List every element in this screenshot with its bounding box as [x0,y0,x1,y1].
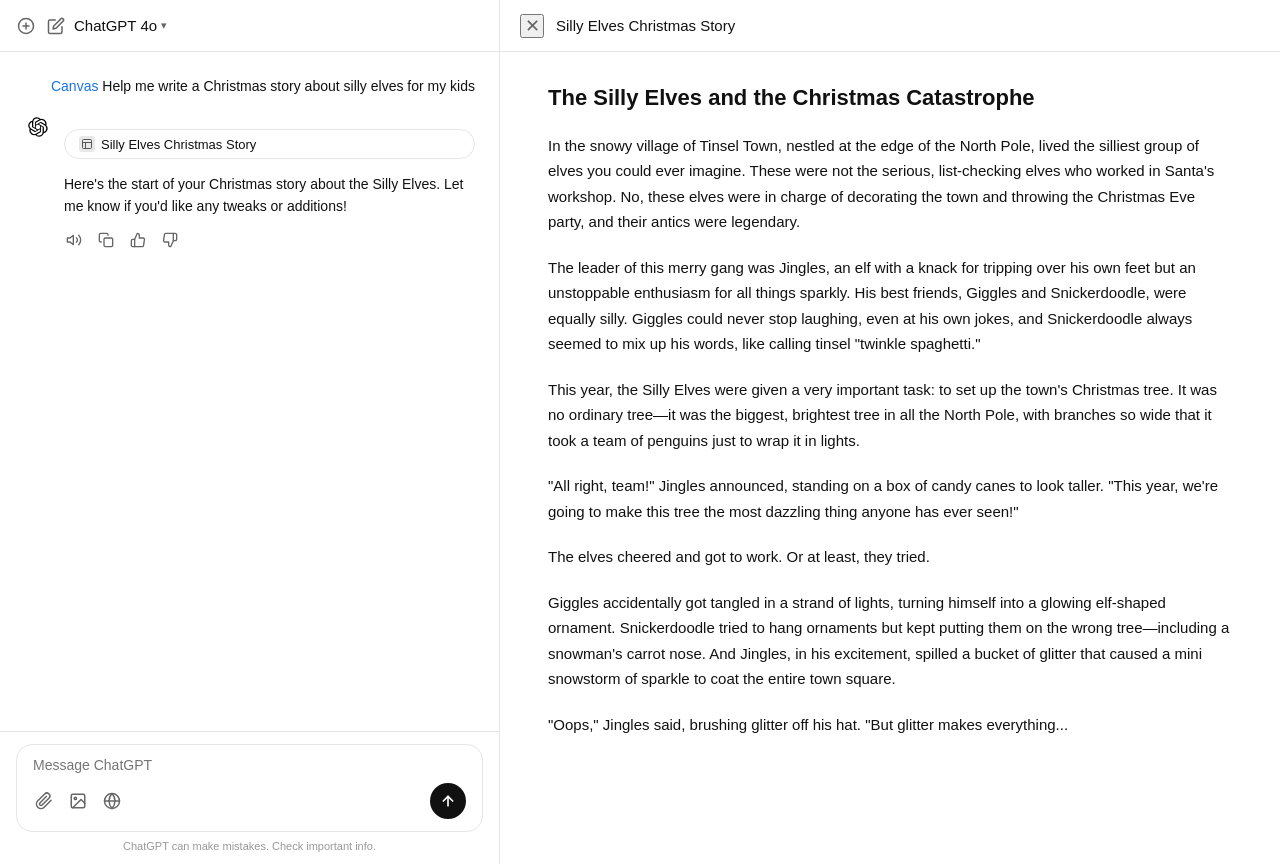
user-message: Canvas Help me write a Christmas story a… [24,76,475,97]
svg-marker-4 [67,235,73,244]
globe-icon[interactable] [101,790,123,812]
canvas-pill-icon [79,136,95,152]
story-paragraph: The leader of this merry gang was Jingle… [548,255,1232,357]
left-panel: ChatGPT 4o ▾ Canvas Help me write a Chri… [0,0,500,864]
attachment-icon[interactable] [33,790,55,812]
canvas-story-pill[interactable]: Silly Elves Christmas Story [64,129,475,159]
story-paragraph: The elves cheered and got to work. Or at… [548,544,1232,570]
thumbdown-button[interactable] [160,230,180,250]
ai-actions [64,230,475,250]
input-area: ChatGPT can make mistakes. Check importa… [0,731,499,864]
input-tools-left [33,790,123,812]
input-box [16,744,483,832]
chevron-down-icon: ▾ [161,19,167,32]
menu-icon[interactable] [16,16,36,36]
speaker-button[interactable] [64,230,84,250]
copy-button[interactable] [96,230,116,250]
right-panel: ✕ Silly Elves Christmas Story The Silly … [500,0,1280,864]
user-bubble: Canvas Help me write a Christmas story a… [51,76,475,97]
ai-avatar [24,113,52,141]
chat-area: Canvas Help me write a Christmas story a… [0,52,499,731]
model-selector[interactable]: ChatGPT 4o ▾ [74,17,167,34]
header: ChatGPT 4o ▾ [0,0,499,52]
thumbup-button[interactable] [128,230,148,250]
canvas-link[interactable]: Canvas [51,78,98,94]
ai-response: Silly Elves Christmas Story Here's the s… [24,113,475,250]
ai-response-text: Here's the start of your Christmas story… [64,173,475,218]
svg-point-7 [74,797,76,799]
canvas-header: ✕ Silly Elves Christmas Story [500,0,1280,52]
story-paragraph: "All right, team!" Jingles announced, st… [548,473,1232,524]
story-paragraph: This year, the Silly Elves were given a … [548,377,1232,454]
image-upload-icon[interactable] [67,790,89,812]
story-paragraphs: In the snowy village of Tinsel Town, nes… [548,133,1232,738]
user-message-text: Help me write a Christmas story about si… [98,78,475,94]
story-paragraph: "Oops," Jingles said, brushing glitter o… [548,712,1232,738]
header-icons [16,16,66,36]
edit-icon[interactable] [46,16,66,36]
model-name: ChatGPT 4o [74,17,157,34]
send-button[interactable] [430,783,466,819]
story-paragraph: Giggles accidentally got tangled in a st… [548,590,1232,692]
ai-content: Silly Elves Christmas Story Here's the s… [64,113,475,250]
svg-rect-1 [83,140,92,149]
story-paragraph: In the snowy village of Tinsel Town, nes… [548,133,1232,235]
svg-rect-5 [104,238,113,247]
input-toolbar [33,783,466,819]
message-input[interactable] [33,757,466,773]
close-canvas-button[interactable]: ✕ [520,14,544,38]
canvas-title: Silly Elves Christmas Story [556,17,735,34]
canvas-pill-label: Silly Elves Christmas Story [101,137,256,152]
disclaimer-text: ChatGPT can make mistakes. Check importa… [16,840,483,852]
story-title: The Silly Elves and the Christmas Catast… [548,84,1232,113]
story-content: The Silly Elves and the Christmas Catast… [500,52,1280,864]
